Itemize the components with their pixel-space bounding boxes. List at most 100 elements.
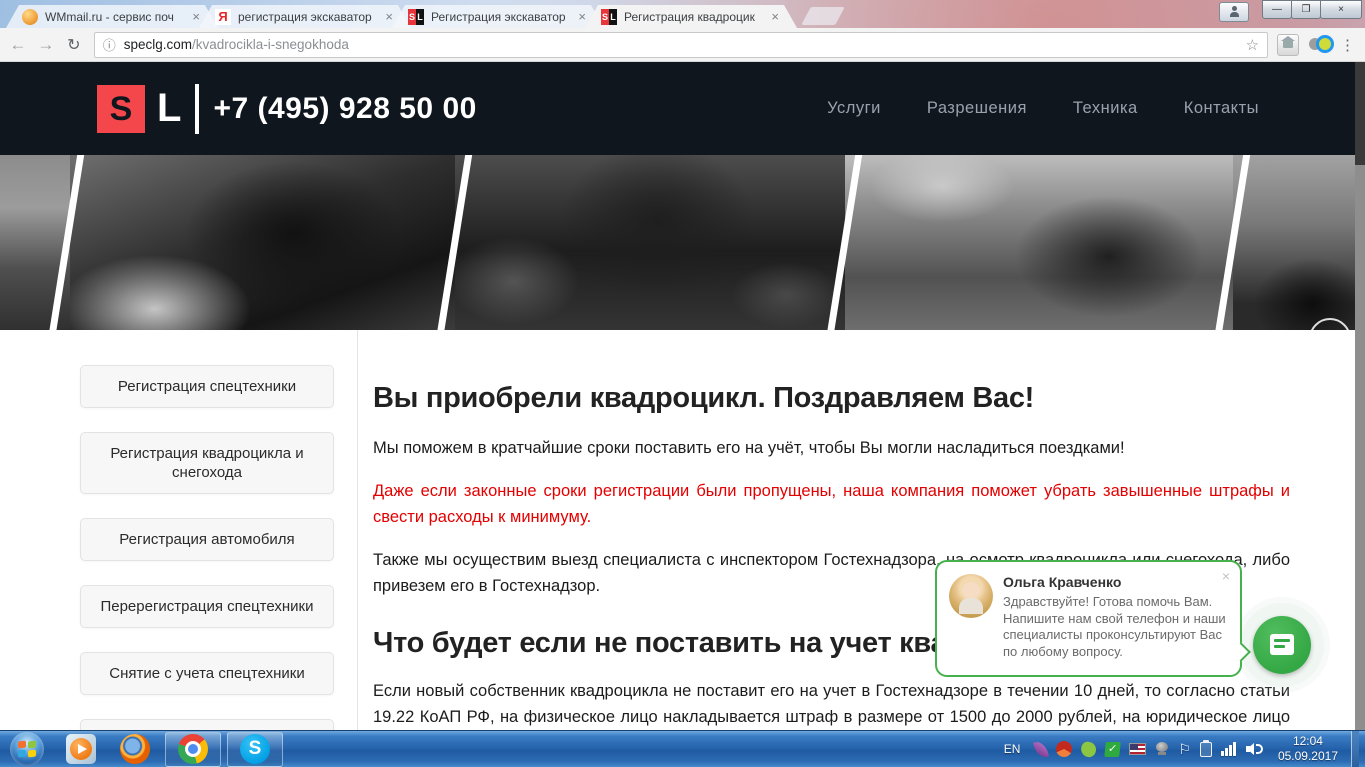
- chat-close-icon[interactable]: ×: [1222, 568, 1230, 584]
- article-paragraph-red: Даже если законные сроки регистрации был…: [373, 482, 1290, 526]
- tab-close-icon[interactable]: ×: [771, 10, 779, 23]
- logo-s-square: S: [97, 84, 145, 133]
- sidebar-item-registraciya-avtomobilya[interactable]: Регистрация автомобиля: [80, 518, 334, 561]
- chat-open-button[interactable]: [1253, 616, 1311, 674]
- hero-photo: [455, 155, 845, 330]
- tab-title: регистрация экскаватор: [238, 9, 372, 24]
- sidebar-item-registraciya-spectehniki[interactable]: Регистрация спецтехники: [80, 365, 334, 408]
- windows-flag-icon: [18, 740, 26, 749]
- browser-tab-strip: WMmail.ru - сервис поч × Я регистрация э…: [0, 0, 1365, 28]
- back-icon[interactable]: ←: [4, 35, 32, 55]
- phone-number: +7 (495) 928 50 00: [213, 91, 477, 125]
- scrollbar-thumb[interactable]: [1355, 62, 1365, 165]
- tab-close-icon[interactable]: ×: [578, 10, 586, 23]
- system-tray: EN ✓ ⚐ 12:04 05.09.2017: [1004, 730, 1365, 767]
- network-signal-icon[interactable]: [1220, 742, 1237, 756]
- sl-favicon-l: L: [609, 9, 617, 25]
- feather-tray-icon[interactable]: [1033, 739, 1050, 759]
- media-player-taskbar-icon[interactable]: [66, 734, 96, 764]
- chat-icon: [1270, 634, 1294, 655]
- nav-uslugi[interactable]: Услуги: [827, 99, 881, 118]
- sidebar-item-snyatie-s-ucheta[interactable]: Снятие с учета спецтехники: [80, 652, 334, 695]
- chat-message: Здравствуйте! Готова помочь Вам. Напишит…: [1003, 594, 1226, 659]
- tab-wmmail[interactable]: WMmail.ru - сервис поч ×: [6, 5, 218, 28]
- tab-title: WMmail.ru - сервис поч: [45, 9, 174, 24]
- article-heading-1: Вы приобрели квадроцикл. Поздравляем Вас…: [373, 382, 1035, 414]
- extension-icon[interactable]: [1277, 33, 1300, 56]
- site-nav: Услуги Разрешения Техника Контакты: [827, 99, 1259, 118]
- webcam-tray-icon[interactable]: [1155, 742, 1169, 756]
- nav-razresheniya[interactable]: Разрешения: [927, 99, 1027, 118]
- new-tab-button[interactable]: [801, 7, 845, 25]
- action-center-flag-icon[interactable]: ⚐: [1178, 742, 1191, 756]
- url-host: speclg.com: [123, 37, 193, 52]
- windows-flag-icon: [28, 749, 36, 758]
- sl-favicon-s: S: [601, 9, 609, 25]
- extension-icon[interactable]: [1308, 34, 1334, 56]
- sl-favicon-l: L: [416, 9, 424, 25]
- chrome-taskbar-button[interactable]: [165, 731, 221, 767]
- address-bar[interactable]: ⓘ speclg.com /kvadrocikla-i-snegokhoda ☆: [93, 31, 1269, 58]
- volume-icon[interactable]: [1245, 742, 1263, 756]
- hero-photo: [1233, 155, 1365, 330]
- page-info-icon[interactable]: ⓘ: [103, 35, 116, 54]
- nav-kontakty[interactable]: Контакты: [1184, 99, 1259, 118]
- green-app-tray-icon[interactable]: [1079, 739, 1099, 759]
- flag-check-tray-icon[interactable]: ✓: [1104, 741, 1122, 757]
- start-button[interactable]: [10, 732, 44, 766]
- site-logo[interactable]: S L: [97, 83, 200, 134]
- logo-divider: [195, 83, 200, 134]
- clipboard-tray-icon[interactable]: [1199, 739, 1212, 757]
- minimize-button[interactable]: —: [1262, 0, 1292, 19]
- forward-icon[interactable]: →: [32, 35, 60, 55]
- chrome-icon: [178, 734, 208, 764]
- maximize-button[interactable]: ❐: [1291, 0, 1321, 19]
- browser-menu-icon[interactable]: ⋮: [1340, 36, 1355, 54]
- clock-date: 05.09.2017: [1277, 749, 1338, 763]
- sidebar-divider: [357, 330, 358, 730]
- person-icon: [1230, 6, 1239, 17]
- chat-invitation-popup: × Ольга Кравченко Здравствуйте! Готова п…: [935, 560, 1242, 677]
- tab-registraciya-ekskavatora[interactable]: SL Регистрация экскаватор ×: [392, 5, 604, 28]
- operator-avatar: [949, 574, 993, 618]
- us-flag-tray-icon[interactable]: [1129, 743, 1147, 755]
- bookmark-star-icon[interactable]: ☆: [1246, 36, 1259, 54]
- page-scrollbar[interactable]: [1355, 62, 1365, 730]
- hero-banner: Регистрация квадроцикла: [0, 155, 1365, 330]
- window-controls: — ❐ ×: [1219, 0, 1362, 22]
- article: Вы приобрели квадроцикл. Поздравляем Вас…: [373, 330, 1290, 767]
- wmmail-favicon-icon: [22, 9, 38, 25]
- skype-icon: S: [240, 734, 270, 764]
- sl-favicon-icon: SL: [601, 9, 617, 25]
- nav-tehnika[interactable]: Техника: [1073, 99, 1138, 118]
- tab-yandex-search[interactable]: Я регистрация экскаватор ×: [199, 5, 411, 28]
- operator-name: Ольга Кравченко: [1003, 574, 1122, 590]
- tab-registraciya-kvadrocikla-active[interactable]: SL Регистрация квадроцик ×: [585, 5, 797, 28]
- hero-photo: [845, 155, 1233, 330]
- site-header: S L +7 (495) 928 50 00 Услуги Разрешения…: [0, 62, 1365, 155]
- clock-time: 12:04: [1292, 734, 1323, 748]
- windows-taskbar: S EN ✓ ⚐ 12:04 05.09.2017: [0, 730, 1365, 767]
- firefox-taskbar-icon[interactable]: [120, 734, 150, 764]
- ccleaner-tray-icon[interactable]: [1056, 741, 1073, 757]
- tab-close-icon[interactable]: ×: [385, 10, 393, 23]
- sidebar-item-registraciya-kvadrocikla[interactable]: Регистрация квадроцикла и снегохода: [80, 432, 334, 494]
- taskbar-clock[interactable]: 12:04 05.09.2017: [1278, 734, 1338, 764]
- url-path: /kvadrocikla-i-snegokhoda: [192, 37, 349, 52]
- show-desktop-button[interactable]: [1351, 730, 1359, 767]
- tab-title: Регистрация квадроцик: [624, 9, 755, 24]
- sl-favicon-icon: SL: [408, 9, 424, 25]
- sidebar-item-pereregistraciya[interactable]: Перерегистрация спецтехники: [80, 585, 334, 628]
- sl-favicon-s: S: [408, 9, 416, 25]
- tab-close-icon[interactable]: ×: [192, 10, 200, 23]
- close-button[interactable]: ×: [1320, 0, 1362, 19]
- article-paragraph-1: Мы поможем в кратчайшие сроки поставить …: [373, 439, 1125, 457]
- reload-icon[interactable]: ↻: [60, 35, 88, 55]
- profile-button[interactable]: [1219, 2, 1249, 22]
- skype-taskbar-button[interactable]: S: [227, 731, 283, 767]
- tab-title: Регистрация экскаватор: [431, 9, 566, 24]
- hero-photo: [70, 155, 455, 330]
- screen: WMmail.ru - сервис поч × Я регистрация э…: [0, 0, 1365, 767]
- windows-flag-icon: [18, 749, 26, 758]
- language-indicator[interactable]: EN: [1004, 742, 1021, 756]
